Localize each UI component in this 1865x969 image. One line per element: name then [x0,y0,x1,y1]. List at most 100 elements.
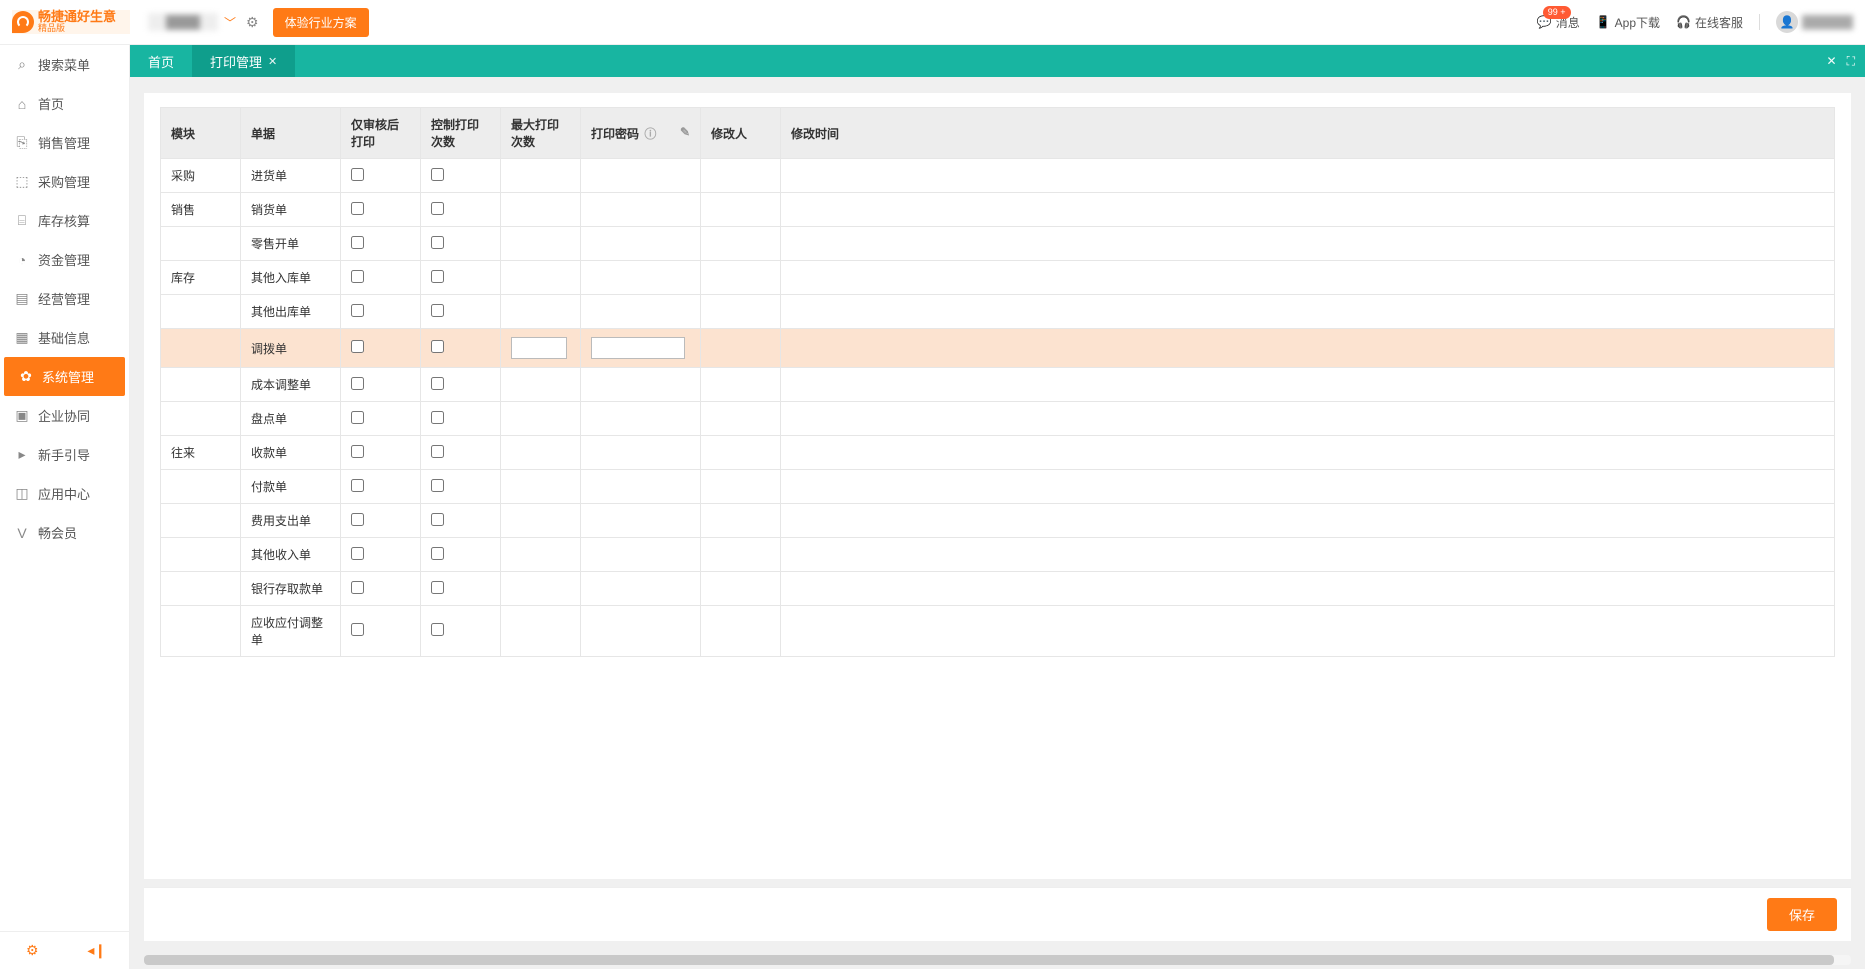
audit-only-checkbox[interactable] [351,304,364,317]
sidebar-item-1[interactable]: ⌂首页 [0,84,129,123]
sidebar-item-0[interactable]: ⌕搜索菜单 [0,45,129,84]
limit-count-checkbox[interactable] [431,445,444,458]
limit-count-checkbox[interactable] [431,236,444,249]
fullscreen-icon[interactable]: ⛶ [1847,54,1855,69]
audit-only-checkbox[interactable] [351,581,364,594]
cell-doc: 成本调整单 [241,368,341,402]
cell-modify-time [781,470,1835,504]
limit-count-checkbox[interactable] [431,202,444,215]
table-row: 销售销货单 [161,193,1835,227]
industry-plan-button[interactable]: 体验行业方案 [273,8,369,37]
print-settings-table: 模块 单据 仅审核后打印 控制打印次数 最大打印次数 打印密码 ⓘ ✎ 修改人 [160,107,1835,657]
limit-count-checkbox[interactable] [431,304,444,317]
horizontal-scrollbar[interactable] [144,955,1851,965]
chevron-down-icon: ﹀ [224,14,236,31]
cell-audit-only [341,329,421,368]
tab-home[interactable]: 首页 [130,45,192,77]
cell-password [581,538,701,572]
audit-only-checkbox[interactable] [351,270,364,283]
cell-audit-only [341,402,421,436]
audit-only-checkbox[interactable] [351,236,364,249]
audit-only-checkbox[interactable] [351,340,364,353]
messages-button[interactable]: 💬 99 + 消息 [1537,14,1580,31]
online-service-button[interactable]: 🎧 在线客服 [1676,14,1743,31]
sidebar-collapse-button[interactable]: ◂❙ [65,932,130,969]
help-icon[interactable]: ⓘ [644,127,656,141]
limit-count-checkbox[interactable] [431,479,444,492]
messages-badge: 99 + [1543,6,1571,19]
sidebar-item-label: 搜索菜单 [38,55,90,74]
limit-count-checkbox[interactable] [431,340,444,353]
org-dropdown[interactable]: ████ ﹀ [148,13,236,31]
password-input[interactable] [591,337,685,359]
sidebar-item-3[interactable]: ⬚采购管理 [0,162,129,201]
audit-only-checkbox[interactable] [351,513,364,526]
sidebar-item-label: 应用中心 [38,484,90,503]
scrollbar-thumb[interactable] [144,955,1834,965]
audit-only-checkbox[interactable] [351,479,364,492]
limit-count-checkbox[interactable] [431,168,444,181]
cell-modify-time [781,159,1835,193]
mobile-icon: 📱 [1596,15,1611,29]
save-button[interactable]: 保存 [1767,898,1837,931]
limit-count-checkbox[interactable] [431,377,444,390]
table-header-row: 模块 单据 仅审核后打印 控制打印次数 最大打印次数 打印密码 ⓘ ✎ 修改人 [161,108,1835,159]
cell-limit-count [421,572,501,606]
cell-modify-time [781,261,1835,295]
sidebar-item-7[interactable]: ▦基础信息 [0,318,129,357]
sidebar-settings-button[interactable]: ⚙ [0,932,65,969]
limit-count-checkbox[interactable] [431,623,444,636]
user-menu[interactable]: 👤 ██████ [1776,11,1853,33]
sidebar-item-6[interactable]: ▤经营管理 [0,279,129,318]
sidebar-footer: ⚙ ◂❙ [0,931,129,969]
tabs-close-all-icon[interactable]: ✕ [1827,54,1837,68]
cell-audit-only [341,470,421,504]
tabsbar: 首页 打印管理 ✕ ✕ ⛶ [130,45,1865,77]
cell-modify-time [781,193,1835,227]
footer-bar: 保存 [144,887,1851,941]
audit-only-checkbox[interactable] [351,377,364,390]
tab-print-management[interactable]: 打印管理 ✕ [192,45,295,77]
app-download-button[interactable]: 📱 App下载 [1596,14,1660,31]
th-password: 打印密码 ⓘ ✎ [581,108,701,159]
sidebar-item-11[interactable]: ◫应用中心 [0,474,129,513]
sidebar-item-12[interactable]: V畅会员 [0,513,129,552]
brand-logo[interactable]: 畅捷通好生意 精品版 [12,10,130,34]
close-icon[interactable]: ✕ [268,55,277,68]
limit-count-checkbox[interactable] [431,513,444,526]
cell-doc: 其他收入单 [241,538,341,572]
limit-count-checkbox[interactable] [431,547,444,560]
sidebar-item-label: 畅会员 [38,523,77,542]
audit-only-checkbox[interactable] [351,623,364,636]
cell-modify-time [781,368,1835,402]
sidebar-item-10[interactable]: ▸新手引导 [0,435,129,474]
cell-password [581,606,701,657]
cell-max-count [501,227,581,261]
audit-only-checkbox[interactable] [351,202,364,215]
max-count-input[interactable] [511,337,567,359]
headset-icon: 🎧 [1676,15,1691,29]
sidebar-item-9[interactable]: ▣企业协同 [0,396,129,435]
sidebar-item-icon: ⎘ [14,134,30,151]
th-audit-only: 仅审核后打印 [341,108,421,159]
cell-limit-count [421,436,501,470]
sidebar-item-5[interactable]: ◔资金管理 [0,240,129,279]
sidebar-item-2[interactable]: ⎘销售管理 [0,123,129,162]
limit-count-checkbox[interactable] [431,581,444,594]
limit-count-checkbox[interactable] [431,270,444,283]
cell-password [581,261,701,295]
audit-only-checkbox[interactable] [351,547,364,560]
cell-limit-count [421,193,501,227]
cell-doc: 应收应付调整单 [241,606,341,657]
audit-only-checkbox[interactable] [351,445,364,458]
settings-icon[interactable]: ⚙ [246,14,259,31]
edit-icon[interactable]: ✎ [680,125,690,139]
audit-only-checkbox[interactable] [351,168,364,181]
sidebar-item-4[interactable]: ⌸库存核算 [0,201,129,240]
limit-count-checkbox[interactable] [431,411,444,424]
cell-max-count [501,470,581,504]
app-download-label: App下载 [1615,14,1660,31]
sidebar-item-8[interactable]: ✿系统管理 [4,357,125,396]
audit-only-checkbox[interactable] [351,411,364,424]
cell-max-count [501,329,581,368]
